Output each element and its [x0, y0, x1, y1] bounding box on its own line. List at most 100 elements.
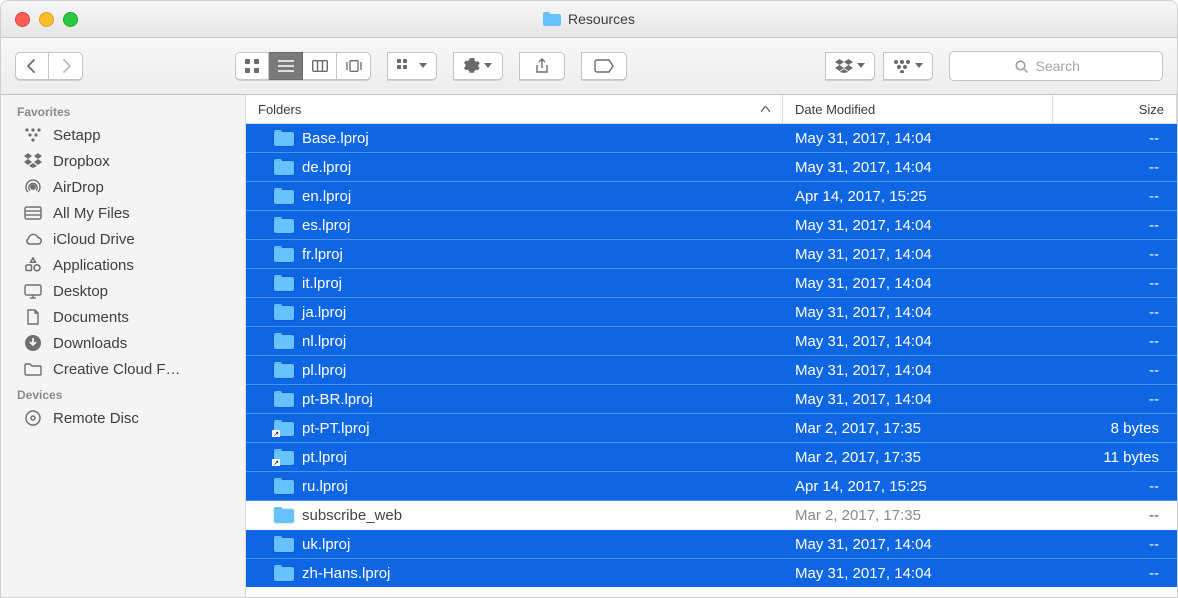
sidebar-item-documents[interactable]: Documents [1, 304, 245, 330]
folder-icon [274, 188, 294, 204]
table-row[interactable]: it.lproj May 31, 2017, 14:04-- [246, 269, 1177, 298]
table-row[interactable]: de.lproj May 31, 2017, 14:04-- [246, 153, 1177, 182]
column-header-name[interactable]: Folders [246, 95, 783, 123]
table-row[interactable]: pl.lprojMay 31, 2017, 14:04-- [246, 356, 1177, 385]
file-size: -- [1053, 536, 1177, 553]
sidebar-item-dropbox[interactable]: Dropbox [1, 148, 245, 174]
forward-button[interactable] [49, 52, 83, 80]
sidebar-item-label: Dropbox [53, 153, 110, 170]
sidebar-item-applications[interactable]: Applications [1, 252, 245, 278]
sidebar-item-label: Setapp [53, 127, 101, 144]
table-row[interactable]: nl.lprojMay 31, 2017, 14:04-- [246, 327, 1177, 356]
search-input[interactable] [1034, 57, 1098, 75]
file-date: May 31, 2017, 14:04 [783, 246, 1053, 263]
column-header-size[interactable]: Size [1053, 95, 1177, 123]
sort-caret-icon [761, 106, 770, 113]
dropbox-smart-sync-button[interactable] [883, 52, 933, 80]
minimize-window-button[interactable] [39, 12, 54, 27]
file-date: May 31, 2017, 14:04 [783, 275, 1053, 292]
folder-icon: ↗ [274, 420, 294, 436]
table-row[interactable]: ↗pt-PT.lprojMar 2, 2017, 17:358 bytes [246, 414, 1177, 443]
tags-button[interactable] [581, 52, 627, 80]
column-header-size-label: Size [1139, 102, 1164, 117]
table-row[interactable]: pt-BR.lprojMay 31, 2017, 14:04-- [246, 385, 1177, 414]
sidebar-item-label: Desktop [53, 283, 108, 300]
file-date: May 31, 2017, 14:04 [783, 159, 1053, 176]
file-name: de.lproj [302, 159, 351, 176]
sidebar-item-label: Downloads [53, 335, 127, 352]
table-row[interactable]: ru.lproj Apr 14, 2017, 15:25-- [246, 472, 1177, 501]
column-header-date[interactable]: Date Modified [783, 95, 1053, 123]
airdrop-icon [23, 178, 43, 196]
sidebar-item-setapp[interactable]: Setapp [1, 122, 245, 148]
folder-icon [274, 159, 294, 175]
file-date: Mar 2, 2017, 17:35 [783, 420, 1053, 437]
sidebar-item-label: iCloud Drive [53, 231, 135, 248]
sidebar-item-icloud-drive[interactable]: iCloud Drive [1, 226, 245, 252]
action-button[interactable] [453, 52, 503, 80]
dropbox-toolbar-button[interactable] [825, 52, 875, 80]
sidebar-item-downloads[interactable]: Downloads [1, 330, 245, 356]
table-row[interactable]: zh-Hans.lprojMay 31, 2017, 14:04-- [246, 559, 1177, 587]
arrange-button[interactable] [387, 52, 437, 80]
file-name: uk.lproj [302, 536, 350, 553]
back-button[interactable] [15, 52, 49, 80]
table-row[interactable]: es.lprojMay 31, 2017, 14:04-- [246, 211, 1177, 240]
sidebar-item-desktop[interactable]: Desktop [1, 278, 245, 304]
table-row[interactable]: Base.lprojMay 31, 2017, 14:04-- [246, 124, 1177, 153]
table-row[interactable]: en.lprojApr 14, 2017, 15:25-- [246, 182, 1177, 211]
icon-view-button[interactable] [235, 52, 269, 80]
file-name: ru.lproj [302, 478, 348, 495]
sidebar-item-remote-disc[interactable]: Remote Disc [1, 405, 245, 431]
folder-icon [274, 565, 294, 581]
table-row[interactable]: fr.lprojMay 31, 2017, 14:04-- [246, 240, 1177, 269]
sidebar-item-label: Applications [53, 257, 134, 274]
file-list: Folders Date Modified Size Base.lprojMay… [246, 95, 1177, 598]
alias-badge-icon: ↗ [272, 430, 280, 437]
list-view-button[interactable] [269, 52, 303, 80]
file-name: fr.lproj [302, 246, 343, 263]
sidebar-item-label: All My Files [53, 205, 130, 222]
file-size: -- [1053, 478, 1177, 495]
file-size: -- [1053, 391, 1177, 408]
file-size: -- [1053, 217, 1177, 234]
folder-icon [274, 130, 294, 146]
zoom-window-button[interactable] [63, 12, 78, 27]
file-name: it.lproj [302, 275, 342, 292]
table-row[interactable]: ja.lprojMay 31, 2017, 14:04-- [246, 298, 1177, 327]
file-date: May 31, 2017, 14:04 [783, 333, 1053, 350]
table-row[interactable]: subscribe_webMar 2, 2017, 17:35-- [246, 501, 1177, 530]
close-window-button[interactable] [15, 12, 30, 27]
sidebar-item-label: Remote Disc [53, 410, 139, 427]
file-date: May 31, 2017, 14:04 [783, 217, 1053, 234]
folder-icon [274, 362, 294, 378]
disc-icon [23, 409, 43, 427]
share-button[interactable] [519, 52, 565, 80]
file-date: Apr 14, 2017, 15:25 [783, 478, 1053, 495]
file-size: -- [1053, 159, 1177, 176]
file-name: pl.lproj [302, 362, 346, 379]
file-date: May 31, 2017, 14:04 [783, 362, 1053, 379]
file-size: -- [1053, 304, 1177, 321]
file-date: May 31, 2017, 14:04 [783, 304, 1053, 321]
column-view-button[interactable] [303, 52, 337, 80]
search-icon [1015, 60, 1028, 73]
sidebar: FavoritesSetappDropboxAirDropAll My File… [1, 95, 246, 598]
sidebar-item-airdrop[interactable]: AirDrop [1, 174, 245, 200]
folder-icon [274, 333, 294, 349]
search-field[interactable] [949, 51, 1163, 81]
sidebar-item-all-my-files[interactable]: All My Files [1, 200, 245, 226]
file-size: -- [1053, 275, 1177, 292]
table-row[interactable]: ↗pt.lprojMar 2, 2017, 17:3511 bytes [246, 443, 1177, 472]
folder-icon [274, 217, 294, 233]
file-size: 8 bytes [1053, 420, 1177, 437]
folder-icon [274, 391, 294, 407]
file-date: Mar 2, 2017, 17:35 [783, 507, 1053, 524]
file-date: Apr 14, 2017, 15:25 [783, 188, 1053, 205]
file-date: May 31, 2017, 14:04 [783, 536, 1053, 553]
folder-icon: ↗ [274, 449, 294, 465]
table-row[interactable]: uk.lproj May 31, 2017, 14:04-- [246, 530, 1177, 559]
sidebar-item-creative-cloud-f-[interactable]: Creative Cloud F… [1, 356, 245, 382]
coverflow-view-button[interactable] [337, 52, 371, 80]
file-size: -- [1053, 507, 1177, 524]
